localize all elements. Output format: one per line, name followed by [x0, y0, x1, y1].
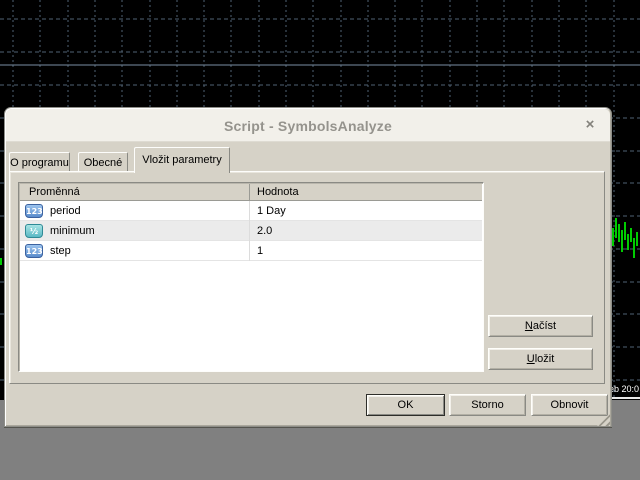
dialog-titlebar[interactable]: Script - SymbolsAnalyze × — [6, 109, 610, 142]
screen: eb 20:0 Script - SymbolsAnalyze × O prog… — [0, 0, 640, 480]
ok-button[interactable]: OK — [366, 394, 445, 416]
integer-parameter-icon: 123 — [25, 244, 43, 258]
tab-o-programu[interactable]: O programu — [9, 152, 70, 171]
parameter-value[interactable]: 2.0 — [257, 225, 272, 237]
table-header: Proměnná Hodnota — [20, 184, 482, 201]
close-icon[interactable]: × — [582, 116, 598, 134]
parameter-name: step — [50, 245, 71, 257]
column-separator — [249, 221, 250, 241]
parameters-table[interactable]: Proměnná Hodnota 123 period 1 Day ½ mini… — [18, 182, 484, 372]
parameter-value[interactable]: 1 Day — [257, 205, 286, 217]
parameter-value[interactable]: 1 — [257, 245, 263, 257]
decimal-parameter-icon: ½ — [25, 224, 43, 238]
save-button-accel: U — [526, 353, 535, 365]
table-row[interactable]: 123 step 1 — [20, 241, 482, 261]
cancel-button[interactable]: Storno — [449, 394, 526, 416]
column-separator — [249, 201, 250, 221]
dialog-title: Script - SymbolsAnalyze — [224, 118, 392, 134]
load-button[interactable]: Načíst — [488, 315, 593, 337]
column-separator — [249, 241, 250, 261]
tab-obecne[interactable]: Obecné — [78, 152, 128, 171]
save-button[interactable]: Uložit — [488, 348, 593, 370]
column-header-variable: Proměnná — [29, 186, 80, 198]
load-button-label: ačíst — [532, 320, 557, 332]
load-button-accel: N — [524, 320, 533, 332]
table-row[interactable]: 123 period 1 Day — [20, 201, 482, 221]
column-separator — [249, 184, 250, 201]
parameter-name: period — [50, 205, 81, 217]
column-header-value: Hodnota — [257, 186, 299, 198]
integer-parameter-icon: 123 — [25, 204, 43, 218]
chart-time-label: eb 20:0 — [609, 384, 640, 394]
save-button-label: ložit — [534, 353, 555, 365]
table-row[interactable]: ½ minimum 2.0 — [20, 221, 482, 241]
reset-button[interactable]: Obnovit — [531, 394, 608, 416]
script-parameters-dialog: Script - SymbolsAnalyze × O programu Obe… — [4, 107, 612, 427]
parameter-name: minimum — [50, 225, 95, 237]
tab-vlozit-parametry[interactable]: Vložit parametry — [134, 147, 230, 173]
